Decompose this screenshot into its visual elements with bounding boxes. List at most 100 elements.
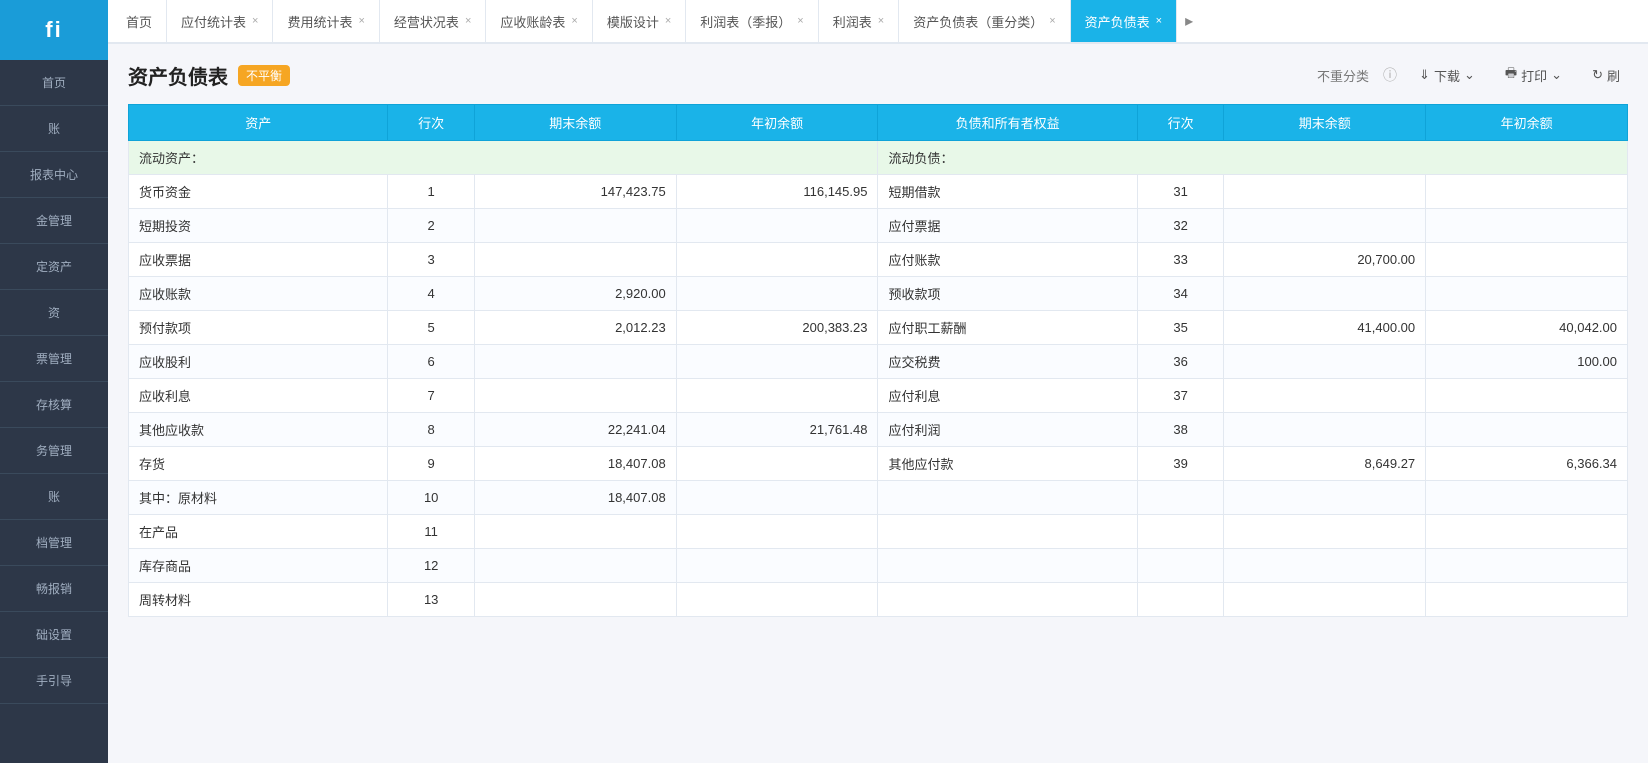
cell-asset: 其他应收款 — [129, 413, 388, 447]
tab-close-income[interactable]: × — [878, 15, 884, 27]
tab-template-design[interactable]: 模版设计 × — [593, 0, 686, 43]
cell-year-start2: 100.00 — [1426, 345, 1628, 379]
print-icon: 🖶 — [1505, 64, 1517, 86]
cell-liability: 应付利润 — [878, 413, 1137, 447]
cell-liability: 应付利息 — [878, 379, 1137, 413]
download-chevron-icon: ⌄ — [1464, 67, 1475, 83]
tab-close-expense-stats[interactable]: × — [358, 15, 364, 27]
cell-asset: 应收股利 — [129, 345, 388, 379]
cell-period-end2 — [1224, 583, 1426, 617]
report-table: 资产 行次 期末余额 年初余额 负债和所有者权益 行次 期末余额 年初余额 流动… — [128, 104, 1628, 617]
help-icon[interactable]: ⓘ — [1383, 65, 1397, 85]
cell-period-end2 — [1224, 345, 1426, 379]
cell-liability: 应付账款 — [878, 243, 1137, 277]
download-button[interactable]: ⇓ 下载 ⌄ — [1411, 62, 1483, 89]
cell-period-end2 — [1224, 549, 1426, 583]
cell-period-end2 — [1224, 481, 1426, 515]
main-area: 首页 应付统计表 × 费用统计表 × 经营状况表 × 应收账龄表 × 模版设计 … — [108, 0, 1648, 763]
cell-year-start2 — [1426, 379, 1628, 413]
classify-label: 不重分类 — [1317, 66, 1369, 85]
cell-row-num2: 35 — [1137, 311, 1223, 345]
tab-income[interactable]: 利润表 × — [819, 0, 899, 43]
download-icon: ⇓ — [1419, 67, 1430, 83]
print-chevron-icon: ⌄ — [1551, 67, 1562, 83]
tab-close-payable-stats[interactable]: × — [252, 15, 258, 27]
cell-asset: 预付款项 — [129, 311, 388, 345]
cell-row-num: 11 — [388, 515, 474, 549]
sidebar-item-account[interactable]: 账 — [0, 106, 108, 152]
sidebar-item-fixed-assets[interactable]: 定资产 — [0, 244, 108, 290]
cell-period-end — [474, 549, 676, 583]
cell-period-end2 — [1224, 175, 1426, 209]
tab-close-template-design[interactable]: × — [665, 15, 671, 27]
table-row: 周转材料 13 — [129, 583, 1628, 617]
refresh-button[interactable]: ↻ 刷 — [1584, 62, 1628, 89]
tab-home[interactable]: 首页 — [112, 0, 167, 43]
cell-period-end — [474, 379, 676, 413]
sidebar-item-tax-mgmt[interactable]: 务管理 — [0, 428, 108, 474]
sidebar-item-expense[interactable]: 畅报销 — [0, 566, 108, 612]
cell-year-start2 — [1426, 549, 1628, 583]
cell-asset: 应收票据 — [129, 243, 388, 277]
cell-row-num2: 38 — [1137, 413, 1223, 447]
sidebar-item-archive[interactable]: 档管理 — [0, 520, 108, 566]
page-title-area: 资产负债表 不平衡 — [128, 61, 290, 90]
cell-period-end — [474, 345, 676, 379]
cell-row-num2 — [1137, 481, 1223, 515]
table-row: 货币资金 1 147,423.75 116,145.95 短期借款 31 — [129, 175, 1628, 209]
cell-row-num2: 36 — [1137, 345, 1223, 379]
cell-asset: 短期投资 — [129, 209, 388, 243]
sidebar-item-home[interactable]: 首页 — [0, 60, 108, 106]
sidebar-item-inventory[interactable]: 存核算 — [0, 382, 108, 428]
print-button[interactable]: 🖶 打印 ⌄ — [1497, 60, 1570, 90]
sidebar-item-settings[interactable]: 础设置 — [0, 612, 108, 658]
cell-year-start — [676, 515, 878, 549]
tab-expense-stats[interactable]: 费用统计表 × — [273, 0, 379, 43]
table-row: 其中：原材料 10 18,407.08 — [129, 481, 1628, 515]
th-row-num: 行次 — [388, 105, 474, 141]
th-period-end2: 期末余额 — [1224, 105, 1426, 141]
tab-balance-reclassified[interactable]: 资产负债表（重分类） × — [899, 0, 1070, 43]
sidebar-item-investment[interactable]: 资 — [0, 290, 108, 336]
tab-payable-stats[interactable]: 应付统计表 × — [167, 0, 273, 43]
unbalanced-badge: 不平衡 — [238, 65, 290, 86]
section-liability-label: 流动负债： — [878, 141, 1628, 175]
sidebar-item-ledger[interactable]: 账 — [0, 474, 108, 520]
tab-close-operations[interactable]: × — [465, 15, 471, 27]
cell-year-start — [676, 549, 878, 583]
cell-year-start — [676, 583, 878, 617]
cell-row-num: 8 — [388, 413, 474, 447]
table-row: 预付款项 5 2,012.23 200,383.23 应付职工薪酬 35 41,… — [129, 311, 1628, 345]
tab-income-quarterly[interactable]: 利润表（季报） × — [686, 0, 818, 43]
sidebar-item-guide[interactable]: 手引导 — [0, 658, 108, 704]
th-asset: 资产 — [129, 105, 388, 141]
cell-row-num2: 31 — [1137, 175, 1223, 209]
cell-row-num2: 37 — [1137, 379, 1223, 413]
cell-liability: 预收款项 — [878, 277, 1137, 311]
cell-row-num: 5 — [388, 311, 474, 345]
cell-year-start — [676, 379, 878, 413]
sidebar-item-bill-mgmt[interactable]: 票管理 — [0, 336, 108, 382]
cell-year-start: 116,145.95 — [676, 175, 878, 209]
tab-receivable-aging[interactable]: 应收账龄表 × — [486, 0, 592, 43]
tab-close-receivable-aging[interactable]: × — [571, 15, 577, 27]
cell-year-start2: 40,042.00 — [1426, 311, 1628, 345]
refresh-icon: ↻ — [1592, 67, 1603, 83]
cell-liability — [878, 515, 1137, 549]
sidebar-item-report-center[interactable]: 报表中心 — [0, 152, 108, 198]
tab-operations[interactable]: 经营状况表 × — [380, 0, 486, 43]
tab-close-income-quarterly[interactable]: × — [797, 15, 803, 27]
cell-period-end2: 41,400.00 — [1224, 311, 1426, 345]
tab-balance[interactable]: 资产负债表 × — [1071, 0, 1177, 43]
cell-liability: 短期借款 — [878, 175, 1137, 209]
cell-year-start2 — [1426, 413, 1628, 447]
table-row: 应收账款 4 2,920.00 预收款项 34 — [129, 277, 1628, 311]
tab-scroll-right[interactable]: ▸ — [1177, 0, 1201, 43]
cell-row-num: 10 — [388, 481, 474, 515]
tab-close-balance[interactable]: × — [1156, 15, 1162, 27]
cell-period-end: 147,423.75 — [474, 175, 676, 209]
sidebar-item-cash-mgmt[interactable]: 金管理 — [0, 198, 108, 244]
tab-close-balance-reclassified[interactable]: × — [1049, 15, 1055, 27]
table-row: 应收股利 6 应交税费 36 100.00 — [129, 345, 1628, 379]
cell-row-num2 — [1137, 583, 1223, 617]
